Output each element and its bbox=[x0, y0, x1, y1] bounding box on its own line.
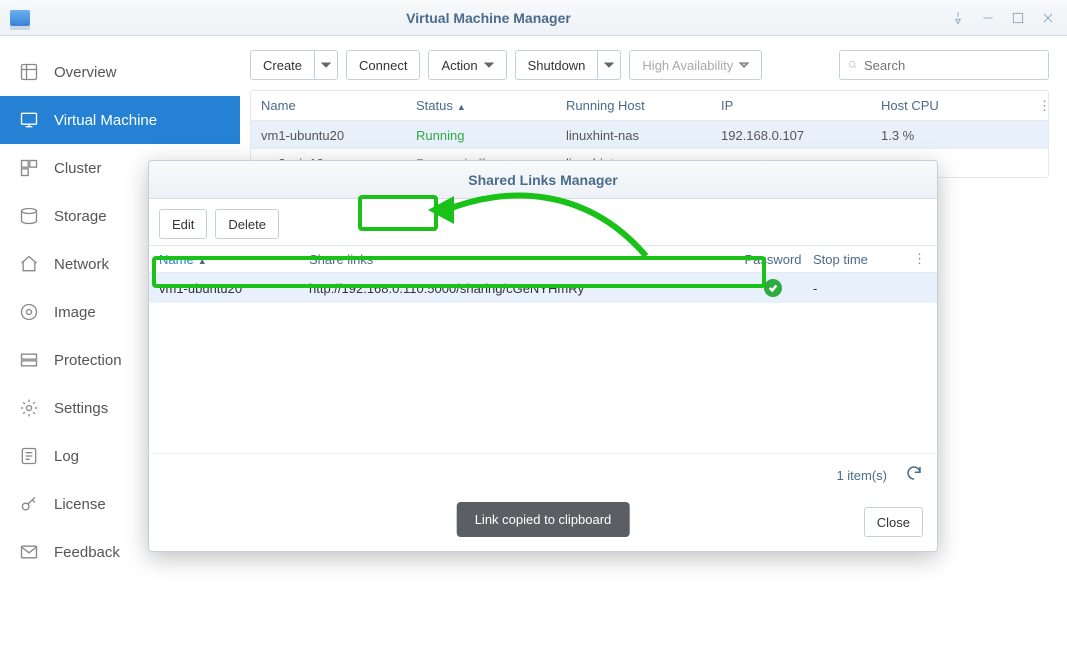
maximize-icon[interactable] bbox=[1009, 9, 1027, 27]
dialog-table-row[interactable]: vm1-ubuntu20 http://192.168.0.110:5000/s… bbox=[149, 273, 937, 303]
cell-stop: - bbox=[813, 281, 913, 296]
dialog-table-header: Name▲ Share links Password Stop time ⋮ bbox=[149, 245, 937, 273]
pin-icon[interactable] bbox=[949, 9, 967, 27]
refresh-button[interactable] bbox=[905, 464, 923, 487]
delete-button[interactable]: Delete bbox=[215, 209, 279, 239]
toast-message: Link copied to clipboard bbox=[457, 502, 630, 537]
dialog-title: Shared Links Manager bbox=[149, 161, 937, 199]
col-share-link[interactable]: Share links bbox=[309, 252, 733, 267]
modal-overlay: Shared Links Manager Edit Delete Name▲ S… bbox=[0, 36, 1067, 665]
window-titlebar: Virtual Machine Manager bbox=[0, 0, 1067, 36]
shared-links-dialog: Shared Links Manager Edit Delete Name▲ S… bbox=[148, 160, 938, 552]
item-count: 1 item(s) bbox=[836, 468, 887, 483]
col-password[interactable]: Password bbox=[733, 252, 813, 267]
dialog-toolbar: Edit Delete bbox=[149, 199, 937, 245]
cell-link: http://192.168.0.110:5000/sharing/cGeNYH… bbox=[309, 281, 733, 296]
close-icon[interactable] bbox=[1039, 9, 1057, 27]
dialog-footer: 1 item(s) bbox=[149, 453, 937, 497]
sort-asc-icon: ▲ bbox=[198, 256, 207, 266]
minimize-icon[interactable] bbox=[979, 9, 997, 27]
cell-name: vm1-ubuntu20 bbox=[159, 281, 309, 296]
check-icon bbox=[764, 279, 782, 297]
cell-password bbox=[733, 279, 813, 297]
col-stop-time[interactable]: Stop time bbox=[813, 252, 913, 267]
col-name[interactable]: Name▲ bbox=[159, 252, 309, 267]
edit-button[interactable]: Edit bbox=[159, 209, 207, 239]
col-more-icon[interactable]: ⋮ bbox=[913, 251, 927, 267]
close-button[interactable]: Close bbox=[864, 507, 923, 537]
app-icon bbox=[10, 10, 30, 26]
app-title: Virtual Machine Manager bbox=[40, 10, 937, 26]
